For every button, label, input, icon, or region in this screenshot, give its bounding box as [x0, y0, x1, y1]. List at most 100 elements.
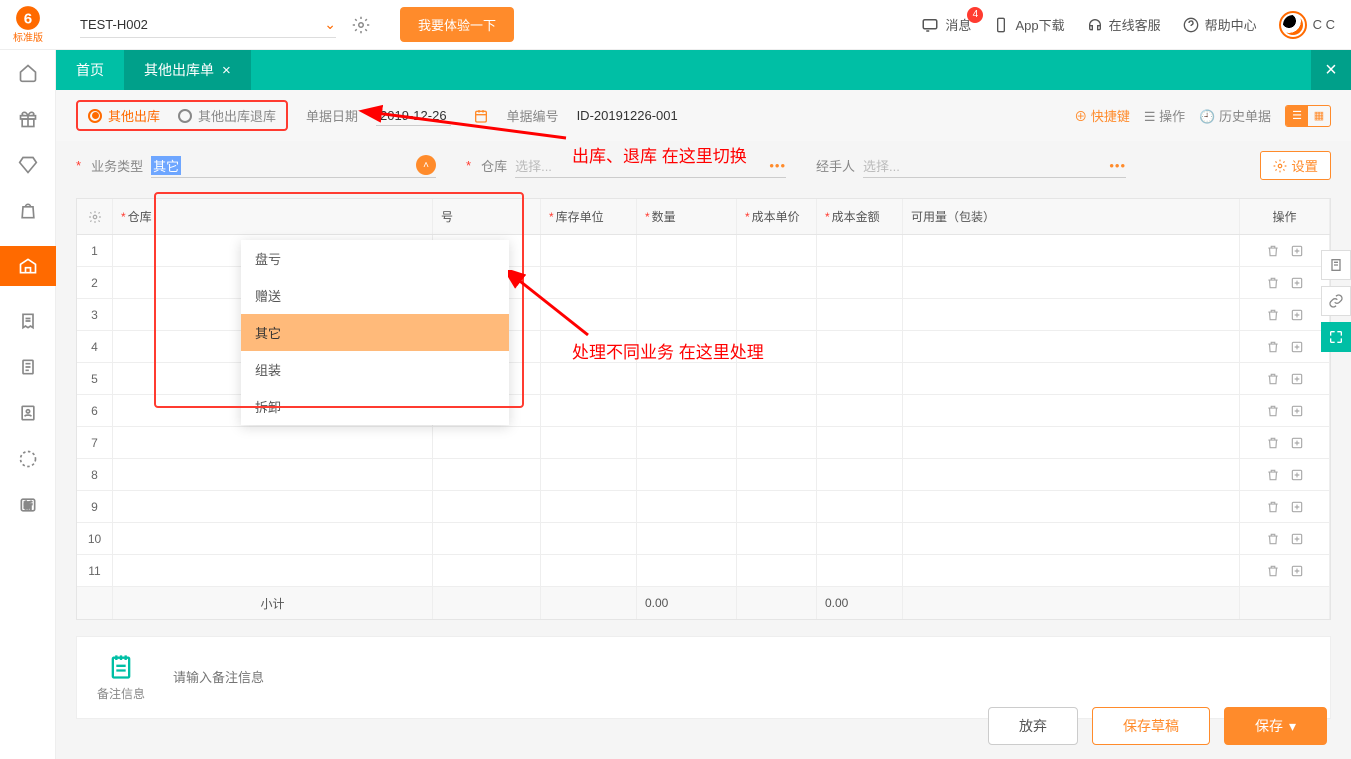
phone-icon	[993, 17, 1009, 33]
delete-icon[interactable]	[1266, 308, 1280, 322]
handler-select[interactable]: 选择... •••	[863, 154, 1126, 178]
tab-home[interactable]: 首页	[56, 50, 124, 90]
gear-icon[interactable]	[352, 16, 370, 34]
save-button[interactable]: 保存 ▾	[1224, 707, 1327, 745]
add-icon[interactable]	[1290, 372, 1304, 386]
add-icon[interactable]	[1290, 404, 1304, 418]
column-gear[interactable]	[77, 199, 113, 234]
column-code: 号	[433, 199, 541, 234]
delete-icon[interactable]	[1266, 276, 1280, 290]
view-toggle[interactable]: ☰ ▦	[1285, 105, 1331, 127]
online-service-link[interactable]: 在线客服	[1087, 15, 1161, 34]
tabs-close-all[interactable]: ×	[1311, 50, 1351, 90]
add-icon[interactable]	[1290, 468, 1304, 482]
subtotal-label: 小计	[113, 587, 433, 619]
store-value: TEST-H002	[80, 17, 148, 32]
table-row[interactable]: 9	[77, 491, 1330, 523]
annotation-mid: 处理不同业务 在这里处理	[572, 338, 764, 363]
add-icon[interactable]	[1290, 340, 1304, 354]
top-right: 消息 4 App下载 在线客服 帮助中心 C C	[921, 11, 1335, 39]
tabs-bar: 首页 其他出库单 × ×	[56, 50, 1351, 90]
subtotal-amount: 0.00	[817, 587, 903, 619]
biz-type-dropdown[interactable]: 盘亏赠送其它组装拆卸	[241, 240, 509, 425]
list-view-icon[interactable]: ☰	[1286, 106, 1308, 126]
add-icon[interactable]	[1290, 308, 1304, 322]
delete-icon[interactable]	[1266, 500, 1280, 514]
tab-home-label: 首页	[76, 60, 104, 80]
operate-label: 操作	[1159, 109, 1185, 124]
help-center-link[interactable]: 帮助中心	[1183, 15, 1257, 34]
biz-type-select[interactable]: 其它 ˄	[151, 153, 436, 178]
trial-button[interactable]: 我要体验一下	[400, 7, 514, 42]
column-qty: *数量	[637, 199, 737, 234]
discard-button[interactable]: 放弃	[988, 707, 1078, 745]
app-download-label: App下载	[1015, 15, 1064, 34]
store-select[interactable]: TEST-H002 ⌄	[80, 12, 336, 38]
right-rail	[1321, 250, 1351, 352]
column-cost: *成本单价	[737, 199, 817, 234]
nav-warehouse-icon[interactable]	[0, 246, 56, 286]
add-icon[interactable]	[1290, 500, 1304, 514]
nav-home-icon[interactable]	[17, 62, 39, 84]
more-icon[interactable]: •••	[769, 158, 786, 173]
operate-link[interactable]: ☰ 操作	[1144, 106, 1185, 125]
warehouse-placeholder: 选择...	[515, 156, 552, 175]
settings-button[interactable]: 设置	[1260, 151, 1331, 180]
biz-type-field: * 业务类型 其它 ˄	[76, 153, 436, 178]
messages-link[interactable]: 消息 4	[921, 15, 971, 34]
grid-view-icon[interactable]: ▦	[1308, 106, 1330, 126]
table-row[interactable]: 10	[77, 523, 1330, 555]
nav-person-icon[interactable]	[17, 402, 39, 424]
remarks-input[interactable]	[173, 670, 1310, 685]
nav-clipboard-icon[interactable]	[17, 356, 39, 378]
dropdown-option[interactable]: 赠送	[241, 277, 509, 314]
dropdown-option[interactable]: 组装	[241, 351, 509, 388]
delete-icon[interactable]	[1266, 404, 1280, 418]
add-icon[interactable]	[1290, 436, 1304, 450]
doc-icon[interactable]	[1321, 250, 1351, 280]
radio-other-return[interactable]: 其他出库退库	[178, 106, 276, 125]
subtotal-qty: 0.00	[637, 587, 737, 619]
logo[interactable]: 6 标准版	[0, 5, 56, 44]
more-icon[interactable]: •••	[1109, 158, 1126, 173]
biz-type-label: 业务类型	[91, 156, 143, 175]
delete-icon[interactable]	[1266, 468, 1280, 482]
table-row[interactable]: 7	[77, 427, 1330, 459]
delete-icon[interactable]	[1266, 372, 1280, 386]
app-download-link[interactable]: App下载	[993, 15, 1064, 34]
dropdown-option[interactable]: 拆卸	[241, 388, 509, 425]
nav-gift-icon[interactable]	[17, 108, 39, 130]
close-icon[interactable]: ×	[222, 62, 231, 79]
add-icon[interactable]	[1290, 532, 1304, 546]
add-icon[interactable]	[1290, 244, 1304, 258]
nav-bag-icon[interactable]	[17, 200, 39, 222]
delete-icon[interactable]	[1266, 340, 1280, 354]
history-link[interactable]: 🕘 历史单据	[1199, 106, 1271, 125]
expand-icon[interactable]	[1321, 322, 1351, 352]
delete-icon[interactable]	[1266, 564, 1280, 578]
svg-text:6: 6	[24, 10, 32, 27]
nav-new-icon[interactable]: 新	[17, 494, 39, 516]
save-draft-button[interactable]: 保存草稿	[1092, 707, 1210, 745]
link-icon[interactable]	[1321, 286, 1351, 316]
chevron-up-icon[interactable]: ˄	[416, 155, 436, 175]
delete-icon[interactable]	[1266, 244, 1280, 258]
tab-other-out[interactable]: 其他出库单 ×	[124, 50, 251, 90]
nav-money-icon[interactable]	[17, 310, 39, 332]
table-footer: 小计 0.00 0.00	[77, 587, 1330, 619]
delete-icon[interactable]	[1266, 436, 1280, 450]
dropdown-option[interactable]: 其它	[241, 314, 509, 351]
header-actions: ⊕ 快捷键 ☰ 操作 🕘 历史单据 ☰ ▦	[1074, 105, 1331, 127]
radio-other-out[interactable]: 其他出库	[88, 106, 160, 125]
add-icon[interactable]	[1290, 564, 1304, 578]
nav-cycle-icon[interactable]	[17, 448, 39, 470]
add-icon[interactable]	[1290, 276, 1304, 290]
gear-icon	[1273, 159, 1287, 173]
shortcut-link[interactable]: ⊕ 快捷键	[1074, 106, 1130, 125]
dropdown-option[interactable]: 盘亏	[241, 240, 509, 277]
user-menu[interactable]: C C	[1279, 11, 1335, 39]
table-row[interactable]: 11	[77, 555, 1330, 587]
delete-icon[interactable]	[1266, 532, 1280, 546]
table-row[interactable]: 8	[77, 459, 1330, 491]
nav-diamond-icon[interactable]	[17, 154, 39, 176]
